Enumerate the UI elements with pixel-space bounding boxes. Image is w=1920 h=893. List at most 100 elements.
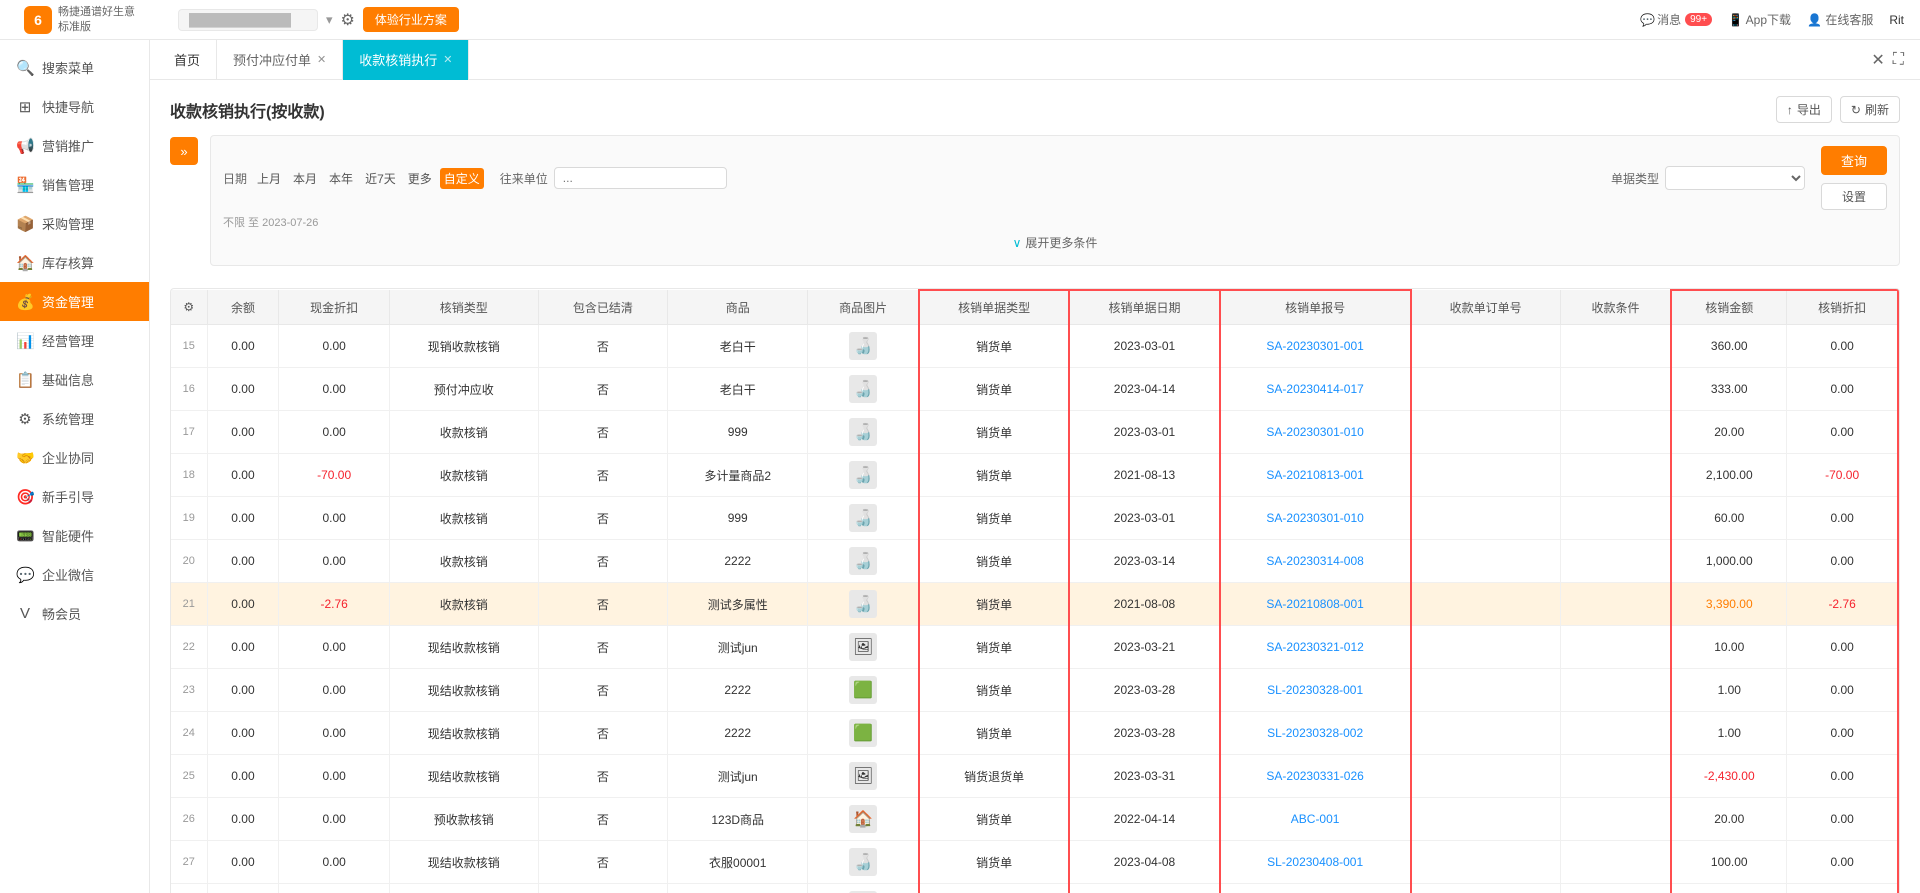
cell-include-settled: 否 — [538, 626, 668, 669]
sidebar-item-guide[interactable]: 🎯 新手引导 — [0, 477, 149, 516]
cell-include-settled: 否 — [538, 669, 668, 712]
user-name[interactable]: Rit — [1889, 13, 1904, 27]
notification-area[interactable]: 💬 消息 99+ — [1640, 11, 1712, 28]
date-more[interactable]: 更多 — [404, 168, 436, 189]
sidebar-item-operations[interactable]: 📊 经营管理 — [0, 321, 149, 360]
close-tab-prepay[interactable]: ✕ — [317, 53, 326, 66]
cell-cancel-bill-no[interactable]: SA-20210813-001 — [1220, 454, 1411, 497]
sidebar-item-inventory[interactable]: 🏠 库存核算 — [0, 243, 149, 282]
tab-receipt-cancel[interactable]: 收款核销执行 ✕ — [343, 40, 469, 80]
cell-cancel-bill-no[interactable]: SA-20230321-012 — [1220, 626, 1411, 669]
refresh-btn[interactable]: ↻ 刷新 — [1840, 96, 1900, 123]
main-layout: 🔍 搜索菜单 ⊞ 快捷导航 📢 营销推广 🏪 销售管理 📦 采购管理 🏠 库存核… — [0, 40, 1920, 893]
sidebar-item-purchase[interactable]: 📦 采购管理 — [0, 204, 149, 243]
cell-cancel-type: 收款核销 — [389, 497, 538, 540]
cell-cash-discount: 0.00 — [279, 368, 389, 411]
bill-no-link[interactable]: SA-20230301-010 — [1266, 511, 1363, 525]
sidebar-item-marketing[interactable]: 📢 营销推广 — [0, 126, 149, 165]
cell-cancel-bill-no[interactable]: SA-20230331-026 — [1220, 755, 1411, 798]
col-include-settled: 包含已结清 — [538, 290, 668, 325]
sidebar-item-search[interactable]: 🔍 搜索菜单 — [0, 48, 149, 87]
bill-no-link[interactable]: SA-20230414-017 — [1266, 382, 1363, 396]
cell-id: 23 — [171, 669, 207, 712]
bill-no-link[interactable]: SA-20230314-008 — [1266, 554, 1363, 568]
bill-no-link[interactable]: SA-20230331-026 — [1266, 769, 1363, 783]
close-tab-receipt[interactable]: ✕ — [443, 53, 452, 66]
cell-cancel-bill-no[interactable]: SA-20230301-001 — [1220, 325, 1411, 368]
expand-btn[interactable]: ∨ 展开更多条件 — [223, 234, 1887, 251]
bill-no-link[interactable]: ABC-001 — [1291, 812, 1340, 826]
cell-cancel-bill-no[interactable]: SL-20230328-001 — [1220, 669, 1411, 712]
sidebar-item-finance[interactable]: 💰 资金管理 — [0, 282, 149, 321]
tab-close-btn[interactable]: ✕ — [1871, 50, 1884, 70]
sidebar-item-member[interactable]: V 畅会员 — [0, 594, 149, 633]
date-custom[interactable]: 自定义 — [440, 168, 484, 189]
cell-cancel-bill-no[interactable]: SA-20230414-017 — [1220, 368, 1411, 411]
bill-no-link[interactable]: SL-20230408-001 — [1267, 855, 1363, 869]
bill-no-link[interactable]: SA-20230301-010 — [1266, 425, 1363, 439]
counterpart-input[interactable] — [554, 167, 727, 189]
date-last-month[interactable]: 上月 — [253, 168, 285, 189]
cell-cancel-bill-no[interactable]: SL-20230418-001 — [1220, 884, 1411, 893]
cell-cancel-bill-date: 2023-04-14 — [1069, 368, 1219, 411]
bill-no-link[interactable]: SA-20210813-001 — [1266, 468, 1363, 482]
dropdown-icon[interactable]: ▾ — [326, 12, 333, 28]
sidebar-item-basic-info[interactable]: 📋 基础信息 — [0, 360, 149, 399]
sidebar-item-label: 资金管理 — [42, 292, 94, 311]
bill-no-link[interactable]: SL-20230328-002 — [1267, 726, 1363, 740]
col-settings[interactable]: ⚙ — [171, 290, 207, 325]
date-7days[interactable]: 近7天 — [361, 168, 400, 189]
counterpart-filter: 往来单位 — [500, 167, 727, 189]
cell-goods-img: 🏠 — [808, 798, 919, 841]
cell-cancel-bill-no[interactable]: SA-20230301-010 — [1220, 411, 1411, 454]
bill-no-link[interactable]: SA-20210808-001 — [1266, 597, 1363, 611]
cell-cancel-bill-no[interactable]: SA-20230314-008 — [1220, 540, 1411, 583]
cell-cancel-bill-no[interactable]: SA-20230301-010 — [1220, 497, 1411, 540]
operations-icon: 📊 — [16, 332, 34, 350]
query-btn[interactable]: 查询 — [1821, 146, 1887, 175]
cell-cancel-bill-type: 销货单 — [919, 841, 1069, 884]
bill-no-link[interactable]: SA-20230301-001 — [1266, 339, 1363, 353]
sidebar-item-quick-nav[interactable]: ⊞ 快捷导航 — [0, 87, 149, 126]
cell-cash-discount: 0.00 — [279, 841, 389, 884]
sidebar-item-wechat[interactable]: 💬 企业微信 — [0, 555, 149, 594]
cell-id: 17 — [171, 411, 207, 454]
export-btn[interactable]: ↑ 导出 — [1776, 96, 1832, 123]
online-service[interactable]: 👤 在线客服 — [1807, 11, 1873, 28]
cell-cancel-bill-no[interactable]: SA-20210808-001 — [1220, 583, 1411, 626]
cell-cancel-discount: 0.00 — [1787, 325, 1898, 368]
cell-cancel-type: 现结收款核销 — [389, 755, 538, 798]
cell-cancel-bill-no[interactable]: ABC-001 — [1220, 798, 1411, 841]
cell-cancel-bill-no[interactable]: SL-20230328-002 — [1220, 712, 1411, 755]
cell-cancel-bill-type: 销货单 — [919, 583, 1069, 626]
sidebar-item-corp-collab[interactable]: 🤝 企业协同 — [0, 438, 149, 477]
setting-btn[interactable]: 设置 — [1821, 183, 1887, 210]
tab-home[interactable]: 首页 — [158, 40, 217, 80]
tab-expand-btn[interactable]: ⛶ — [1893, 50, 1904, 70]
cell-include-settled: 否 — [538, 325, 668, 368]
settings-icon[interactable]: ⚙ — [341, 10, 355, 30]
cell-id: 16 — [171, 368, 207, 411]
cell-cancel-discount: 0.00 — [1787, 755, 1898, 798]
tab-prepay[interactable]: 预付冲应付单 ✕ — [217, 40, 343, 80]
date-this-month[interactable]: 本月 — [289, 168, 321, 189]
guide-icon: 🎯 — [16, 488, 34, 506]
cell-cancel-type: 现结收款核销 — [389, 669, 538, 712]
sidebar-item-hardware[interactable]: 📟 智能硬件 — [0, 516, 149, 555]
receipt-type-select[interactable] — [1665, 166, 1805, 190]
sidebar-item-sales[interactable]: 🏪 销售管理 — [0, 165, 149, 204]
industry-btn[interactable]: 体验行业方案 — [363, 7, 459, 32]
top-search-box[interactable]: ████████████ — [178, 9, 318, 31]
bill-no-link[interactable]: SA-20230321-012 — [1266, 640, 1363, 654]
filter-expand-icon[interactable]: » — [170, 137, 198, 165]
date-this-year[interactable]: 本年 — [325, 168, 357, 189]
app-download[interactable]: 📱 App下载 — [1728, 11, 1791, 28]
date-links: 上月 本月 本年 近7天 更多 自定义 — [253, 168, 484, 189]
cell-cancel-bill-type: 销货单 — [919, 368, 1069, 411]
cell-cancel-amount: 100.00 — [1671, 884, 1786, 893]
cell-cancel-bill-date: 2023-03-28 — [1069, 669, 1219, 712]
sidebar-item-system[interactable]: ⚙ 系统管理 — [0, 399, 149, 438]
bill-no-link[interactable]: SL-20230328-001 — [1267, 683, 1363, 697]
cell-cancel-bill-no[interactable]: SL-20230408-001 — [1220, 841, 1411, 884]
cell-goods: 2222 — [668, 669, 808, 712]
